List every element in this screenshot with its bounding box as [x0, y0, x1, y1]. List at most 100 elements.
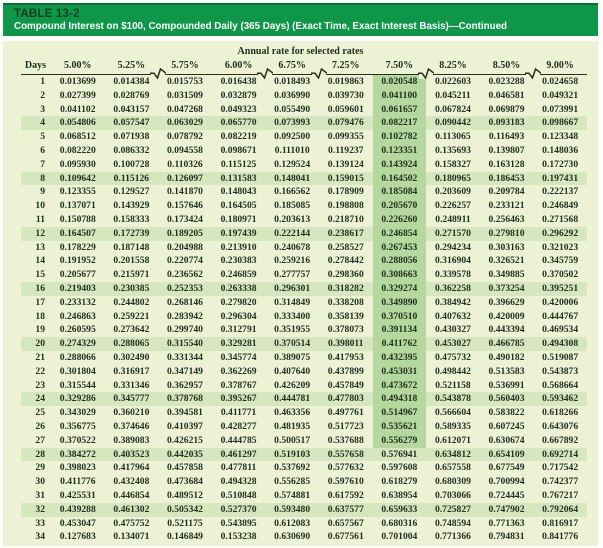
- value-cell: 0.637577: [318, 502, 373, 517]
- value-cell: 0.164507: [51, 226, 105, 241]
- day-cell: 26: [35, 420, 45, 432]
- value-cell: 0.259221: [113, 310, 150, 322]
- value-cell: 0.378767: [220, 379, 257, 391]
- value-cell: 0.521175: [167, 517, 203, 529]
- value-cell: 0.677549: [488, 462, 525, 474]
- value-cell: 0.395267: [211, 392, 266, 407]
- column-header-rate: 5.00%: [51, 59, 105, 75]
- table-row: 27 0.370522 0.389083 0.426215 0.444785 0.5005…: [21, 433, 587, 448]
- value-cell: 0.557658: [318, 447, 373, 462]
- value-cell: 0.475752: [113, 517, 150, 529]
- column-header-rate: 9.00%: [525, 59, 587, 80]
- value-cell: 0.296292: [533, 226, 587, 241]
- value-cell: 0.677561: [327, 531, 364, 543]
- value-cell: 0.442035: [158, 447, 212, 462]
- value-cell: 0.020548: [372, 74, 427, 89]
- value-cell: 0.314849: [274, 296, 311, 308]
- value-cell: 0.370510: [372, 309, 427, 324]
- day-cell: 7: [40, 158, 45, 170]
- value-cell: 0.331344: [166, 351, 203, 363]
- value-cell: 0.667892: [542, 434, 579, 446]
- value-cell: 0.543878: [426, 392, 480, 407]
- value-cell: 0.150788: [59, 213, 96, 225]
- band-title: Annual rate for selected rates: [237, 46, 364, 57]
- value-cell: 0.226257: [434, 200, 471, 212]
- table-row: 34 0.127683 0.134071 0.146849 0.153238 0.6306…: [21, 530, 587, 544]
- value-cell: 0.457849: [327, 379, 364, 391]
- value-cell: 0.110326: [167, 158, 203, 170]
- day-cell: 3: [40, 103, 45, 115]
- column-header-rate: 8.25%: [418, 59, 480, 80]
- value-cell: 0.248911: [435, 213, 471, 225]
- value-cell: 0.016438: [220, 76, 257, 87]
- value-cell: 0.226260: [372, 212, 427, 227]
- value-cell: 0.657558: [434, 462, 471, 474]
- day-cell: 34: [35, 531, 45, 543]
- value-cell: 0.230385: [104, 281, 159, 296]
- day-cell: 25: [35, 407, 45, 419]
- value-cell: 0.283942: [166, 310, 203, 322]
- value-cell: 0.638954: [381, 489, 418, 501]
- day-cell: 2: [40, 89, 45, 101]
- value-cell: 0.321023: [542, 241, 579, 253]
- value-cell: 0.318282: [318, 281, 373, 296]
- value-cell: 0.197431: [533, 171, 587, 186]
- value-cell: 0.446854: [113, 489, 150, 501]
- table-row: 17 0.233132 0.244802 0.268146 0.279820 0.3148…: [21, 295, 587, 310]
- value-cell: 0.098667: [533, 116, 587, 131]
- value-cell: 0.463356: [274, 407, 311, 419]
- table-row: 6 0.082220 0.086332 0.094558 0.098671 0.11101…: [21, 143, 587, 158]
- value-cell: 0.127683: [59, 531, 96, 543]
- value-cell: 0.278442: [327, 255, 364, 267]
- value-cell: 0.384942: [434, 296, 471, 308]
- day-cell: 16: [21, 281, 51, 296]
- value-cell: 0.443394: [488, 324, 525, 336]
- value-cell: 0.098671: [220, 144, 257, 156]
- day-cell: 9: [40, 186, 45, 198]
- value-cell: 0.612083: [274, 517, 311, 529]
- value-cell: 0.301804: [59, 365, 96, 377]
- table-subtitle: Compound Interest on $100, Compounded Da…: [14, 21, 508, 32]
- value-cell: 0.411771: [220, 407, 257, 419]
- value-cell: 0.198808: [327, 200, 364, 212]
- value-cell: 0.277757: [274, 269, 311, 281]
- value-cell: 0.370522: [59, 434, 96, 446]
- value-cell: 0.073991: [542, 103, 579, 115]
- column-header-rate: 5.75%: [150, 59, 212, 80]
- value-cell: 0.574881: [274, 489, 311, 501]
- value-cell: 0.742377: [542, 476, 579, 488]
- value-cell: 0.299740: [166, 324, 203, 336]
- value-cell: 0.659633: [372, 502, 427, 517]
- table-row: 2 0.027399 0.028769 0.031509 0.032879 0.03699…: [21, 88, 587, 103]
- value-cell: 0.407632: [434, 310, 471, 322]
- table-body: Annual rate for selected rates Days 5.00%…: [3, 41, 598, 546]
- value-cell: 0.543873: [542, 365, 579, 377]
- value-cell: 0.519103: [265, 447, 319, 462]
- table-row: 26 0.356775 0.374646 0.410397 0.428277 0.4819…: [21, 419, 587, 434]
- value-cell: 0.497761: [327, 407, 364, 419]
- value-cell: 0.395251: [533, 281, 587, 296]
- value-cell: 0.568664: [542, 379, 579, 391]
- page: TABLE 13-2 Compound Interest on $100, Co…: [0, 0, 603, 548]
- day-cell: 20: [21, 337, 51, 351]
- value-cell: 0.417964: [113, 462, 150, 474]
- value-cell: 0.701004: [381, 531, 418, 543]
- column-header-row: Days 5.00% 5.25% 5.75% 6.00% 6.75% 7.25% 7.50% 8…: [21, 59, 587, 80]
- table-row: 19 0.260595 0.273642 0.299740 0.312791 0.3519…: [21, 323, 587, 338]
- value-cell: 0.054806: [51, 116, 105, 131]
- value-cell: 0.219403: [51, 281, 105, 296]
- value-cell: 0.461302: [104, 502, 159, 517]
- value-cell: 0.333400: [274, 310, 311, 322]
- value-cell: 0.816917: [542, 517, 579, 529]
- value-cell: 0.680309: [434, 476, 471, 488]
- value-cell: 0.036990: [274, 89, 311, 101]
- value-cell: 0.577632: [327, 462, 364, 474]
- value-cell: 0.134071: [113, 531, 150, 543]
- table-row: 1 0.013699 0.014384 0.015753 0.016438 0.01849…: [21, 74, 587, 89]
- value-cell: 0.259216: [274, 255, 311, 267]
- day-cell: 5: [40, 131, 45, 143]
- value-cell: 0.041100: [372, 88, 427, 103]
- value-cell: 0.724445: [488, 489, 525, 501]
- day-cell: 15: [35, 269, 45, 281]
- value-cell: 0.180971: [220, 213, 257, 225]
